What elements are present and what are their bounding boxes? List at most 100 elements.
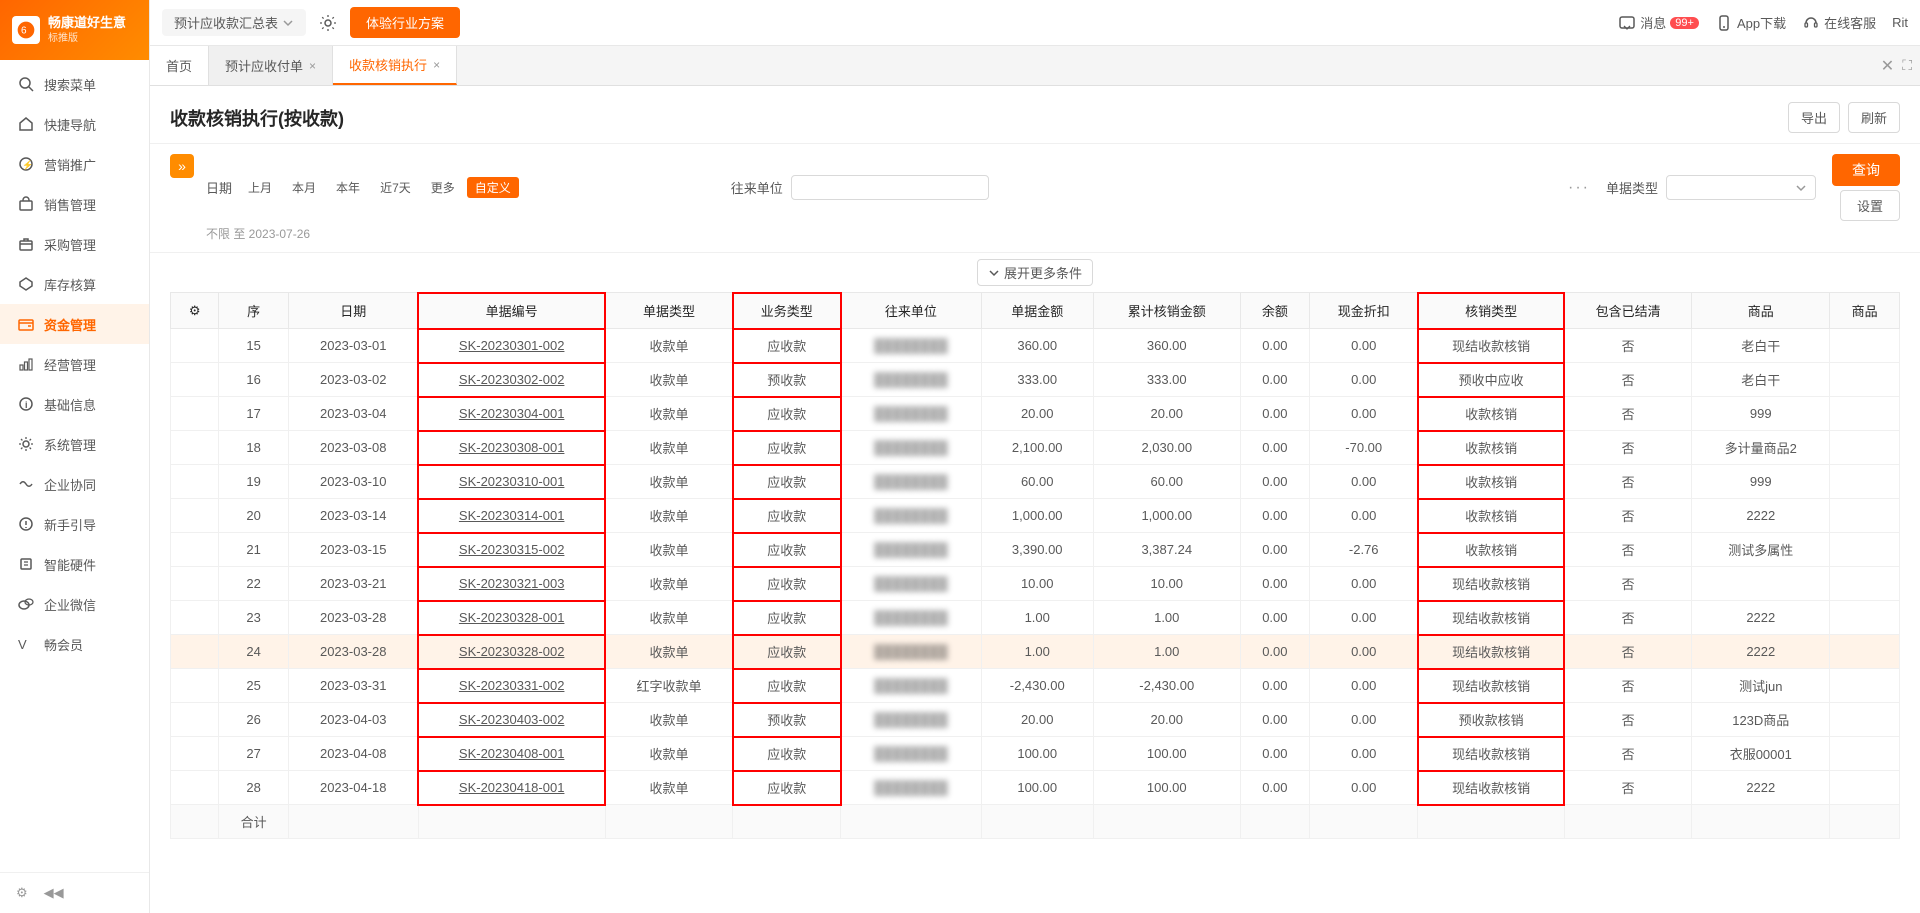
tab-home[interactable]: 首页 [150, 46, 209, 85]
summary-cell [1830, 805, 1900, 839]
table-cell[interactable]: SK-20230301-002 [418, 329, 605, 363]
table-cell: 应收款 [733, 669, 841, 703]
filter-dots[interactable]: ··· [1568, 179, 1590, 197]
table-cell: 1.00 [981, 601, 1093, 635]
sidebar-item-inventory[interactable]: 库存核算 [0, 264, 149, 304]
query-button[interactable]: 查询 [1832, 154, 1900, 186]
table-cell[interactable]: SK-20230403-002 [418, 703, 605, 737]
sidebar-gear-icon[interactable]: ⚙ [16, 885, 28, 901]
col-include-settled: 包含已结清 [1564, 293, 1691, 329]
table-cell: 17 [219, 397, 289, 431]
expand-tabs-icon[interactable]: ⛶ [1902, 57, 1912, 74]
table-cell: 999 [1692, 397, 1830, 431]
table-cell: 否 [1564, 567, 1691, 601]
sidebar-item-system[interactable]: 系统管理 [0, 424, 149, 464]
table-cell: 收款单 [605, 363, 732, 397]
table-cell[interactable]: SK-20230310-001 [418, 465, 605, 499]
table-cell: 应收款 [733, 567, 841, 601]
table-cell: 应收款 [733, 465, 841, 499]
table-cell[interactable]: SK-20230304-001 [418, 397, 605, 431]
filter-date-custom[interactable]: 自定义 [467, 177, 519, 198]
table-cell[interactable]: SK-20230314-001 [418, 499, 605, 533]
table-cell [171, 363, 219, 397]
sidebar-item-guide[interactable]: 新手引导 [0, 504, 149, 544]
table-cell [1830, 397, 1900, 431]
summary-cell [1310, 805, 1418, 839]
tab-receipt-exec[interactable]: 收款核销执行 × [333, 46, 457, 85]
bill-type-select[interactable] [1666, 175, 1816, 200]
expand-conditions-btn[interactable]: 展开更多条件 [977, 259, 1093, 286]
table-cell[interactable]: SK-20230328-001 [418, 601, 605, 635]
table-cell[interactable]: SK-20230328-002 [418, 635, 605, 669]
table-cell: 测试多属性 [1692, 533, 1830, 567]
filter-date-this-year[interactable]: 本年 [328, 177, 368, 198]
table-cell[interactable]: SK-20230418-001 [418, 771, 605, 805]
main-content: 预计应收款汇总表 体验行业方案 消息 99+ App下载 [150, 0, 1920, 913]
filter-toggle-btn[interactable]: » [170, 154, 194, 178]
table-cell: 21 [219, 533, 289, 567]
setting-button[interactable]: 设置 [1840, 190, 1900, 221]
col-partner: 往来单位 [841, 293, 981, 329]
table-cell: 0.00 [1240, 703, 1310, 737]
sidebar-item-wechat[interactable]: 企业微信 [0, 584, 149, 624]
table-cell[interactable]: SK-20230302-002 [418, 363, 605, 397]
table-row: 172023-03-04SK-20230304-001收款单应收款███████… [171, 397, 1900, 431]
close-all-tabs-icon[interactable]: ✕ [1881, 56, 1894, 76]
sidebar-item-member[interactable]: V 畅会员 [0, 624, 149, 664]
table-cell[interactable]: SK-20230331-002 [418, 669, 605, 703]
export-button[interactable]: 导出 [1788, 102, 1840, 133]
table-cell: 0.00 [1310, 737, 1418, 771]
tab-close-receivable[interactable]: × [309, 59, 316, 73]
sidebar-item-marketing[interactable]: ⚡ 营销推广 [0, 144, 149, 184]
tab-receivable[interactable]: 预计应收付单 × [209, 46, 333, 85]
messages-action[interactable]: 消息 99+ [1618, 13, 1699, 32]
sidebar-item-finance[interactable]: 资金管理 [0, 304, 149, 344]
user-name[interactable]: Rit [1892, 15, 1908, 30]
tab-close-receipt[interactable]: × [433, 58, 440, 72]
header-gear-icon[interactable] [314, 9, 342, 37]
table-cell[interactable]: SK-20230408-001 [418, 737, 605, 771]
sidebar-item-sales[interactable]: 销售管理 [0, 184, 149, 224]
filter-date-this-month[interactable]: 本月 [284, 177, 324, 198]
summary-cell [733, 805, 841, 839]
sidebar-item-search[interactable]: 搜索菜单 [0, 64, 149, 104]
col-bill-amount: 单据金额 [981, 293, 1093, 329]
col-gear[interactable]: ⚙ [171, 293, 219, 329]
filter-date-more[interactable]: 更多 [423, 177, 463, 198]
table-cell: 0.00 [1240, 737, 1310, 771]
phone-icon [1715, 14, 1733, 32]
table-cell [171, 771, 219, 805]
filter-date-7days[interactable]: 近7天 [372, 177, 419, 198]
table-cell: 否 [1564, 363, 1691, 397]
sidebar-item-operation[interactable]: 经营管理 [0, 344, 149, 384]
table-cell[interactable]: SK-20230315-002 [418, 533, 605, 567]
app-download-action[interactable]: App下载 [1715, 13, 1786, 32]
sidebar-item-basic[interactable]: i 基础信息 [0, 384, 149, 424]
filter-partner-item: 往来单位 [731, 175, 989, 200]
sidebar: 6 畅康道好生意 标推版 搜索菜单 快捷导航 ⚡ [0, 0, 150, 913]
sidebar-item-cooperation[interactable]: 企业协同 [0, 464, 149, 504]
table-cell: 收款单 [605, 601, 732, 635]
table-cell: ████████ [841, 397, 981, 431]
industry-btn[interactable]: 体验行业方案 [350, 7, 460, 38]
sidebar-item-hardware[interactable]: 智能硬件 [0, 544, 149, 584]
table-cell [1830, 329, 1900, 363]
table-cell: 收款核销 [1418, 499, 1565, 533]
partner-input[interactable] [791, 175, 989, 200]
table-cell[interactable]: SK-20230321-003 [418, 567, 605, 601]
table-cell: 2023-04-03 [288, 703, 418, 737]
summary-cell [1692, 805, 1830, 839]
table-cell: 360.00 [981, 329, 1093, 363]
page-selector[interactable]: 预计应收款汇总表 [162, 9, 306, 36]
table-cell[interactable]: SK-20230308-001 [418, 431, 605, 465]
table-cell: 15 [219, 329, 289, 363]
refresh-button[interactable]: 刷新 [1848, 102, 1900, 133]
table-cell: ████████ [841, 533, 981, 567]
sidebar-item-purchase[interactable]: 采购管理 [0, 224, 149, 264]
filter-date-last-month[interactable]: 上月 [240, 177, 280, 198]
online-support-action[interactable]: 在线客服 [1802, 13, 1876, 32]
home-icon [16, 114, 36, 134]
table-cell: 否 [1564, 499, 1691, 533]
sidebar-item-quick-nav[interactable]: 快捷导航 [0, 104, 149, 144]
sidebar-collapse-icon[interactable]: ◀◀ [44, 885, 64, 901]
